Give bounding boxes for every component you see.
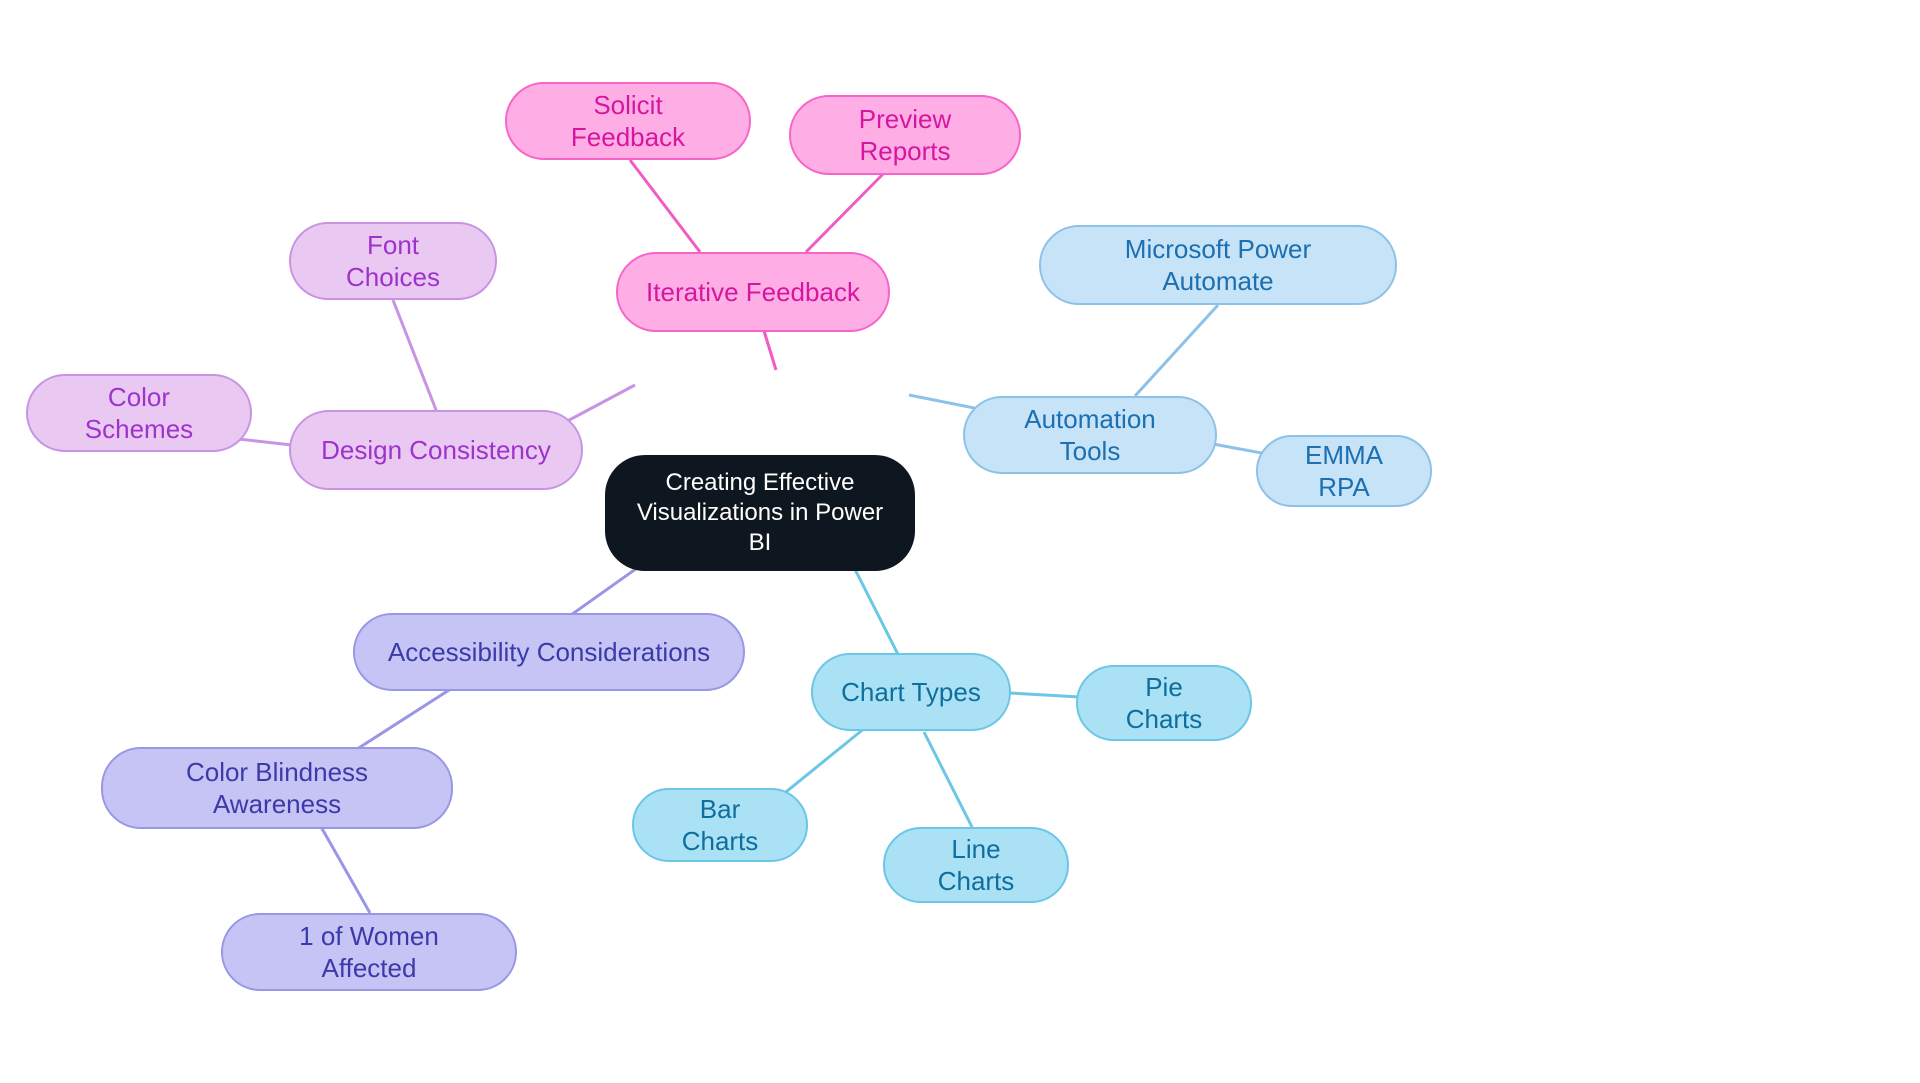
- blindness-label: Color Blindness Awareness: [131, 756, 423, 821]
- leaf-stat: 1 of Women Affected: [221, 913, 517, 991]
- access-label: Accessibility Considerations: [388, 636, 710, 669]
- mindmap-canvas: Creating Effective Visualizations in Pow…: [0, 0, 1920, 1083]
- branch-design: Design Consistency: [289, 410, 583, 490]
- leaf-emma: EMMA RPA: [1256, 435, 1432, 507]
- branch-accessibility: Accessibility Considerations: [353, 613, 745, 691]
- branch-automation: Automation Tools: [963, 396, 1217, 474]
- automation-label: Automation Tools: [993, 403, 1187, 468]
- leaf-preview-reports: Preview Reports: [789, 95, 1021, 175]
- leaf-bar-charts: Bar Charts: [632, 788, 808, 862]
- mspa-label: Microsoft Power Automate: [1069, 233, 1367, 298]
- solicit-label: Solicit Feedback: [535, 89, 721, 154]
- leaf-color-schemes: Color Schemes: [26, 374, 252, 452]
- pie-label: Pie Charts: [1106, 671, 1222, 736]
- leaf-solicit-feedback: Solicit Feedback: [505, 82, 751, 160]
- branch-charts: Chart Types: [811, 653, 1011, 731]
- center-label: Creating Effective Visualizations in Pow…: [635, 468, 885, 558]
- center-node: Creating Effective Visualizations in Pow…: [605, 455, 915, 571]
- charts-label: Chart Types: [841, 676, 981, 709]
- branch-iterative: Iterative Feedback: [616, 252, 890, 332]
- leaf-mspa: Microsoft Power Automate: [1039, 225, 1397, 305]
- line-label: Line Charts: [913, 833, 1039, 898]
- emma-label: EMMA RPA: [1286, 439, 1402, 504]
- leaf-line-charts: Line Charts: [883, 827, 1069, 903]
- preview-label: Preview Reports: [819, 103, 991, 168]
- stat-label: 1 of Women Affected: [251, 920, 487, 985]
- leaf-color-blindness: Color Blindness Awareness: [101, 747, 453, 829]
- leaf-font-choices: Font Choices: [289, 222, 497, 300]
- iterative-label: Iterative Feedback: [646, 276, 860, 309]
- font-label: Font Choices: [319, 229, 467, 294]
- bar-label: Bar Charts: [662, 793, 778, 858]
- design-label: Design Consistency: [321, 434, 551, 467]
- colors-label: Color Schemes: [56, 381, 222, 446]
- leaf-pie-charts: Pie Charts: [1076, 665, 1252, 741]
